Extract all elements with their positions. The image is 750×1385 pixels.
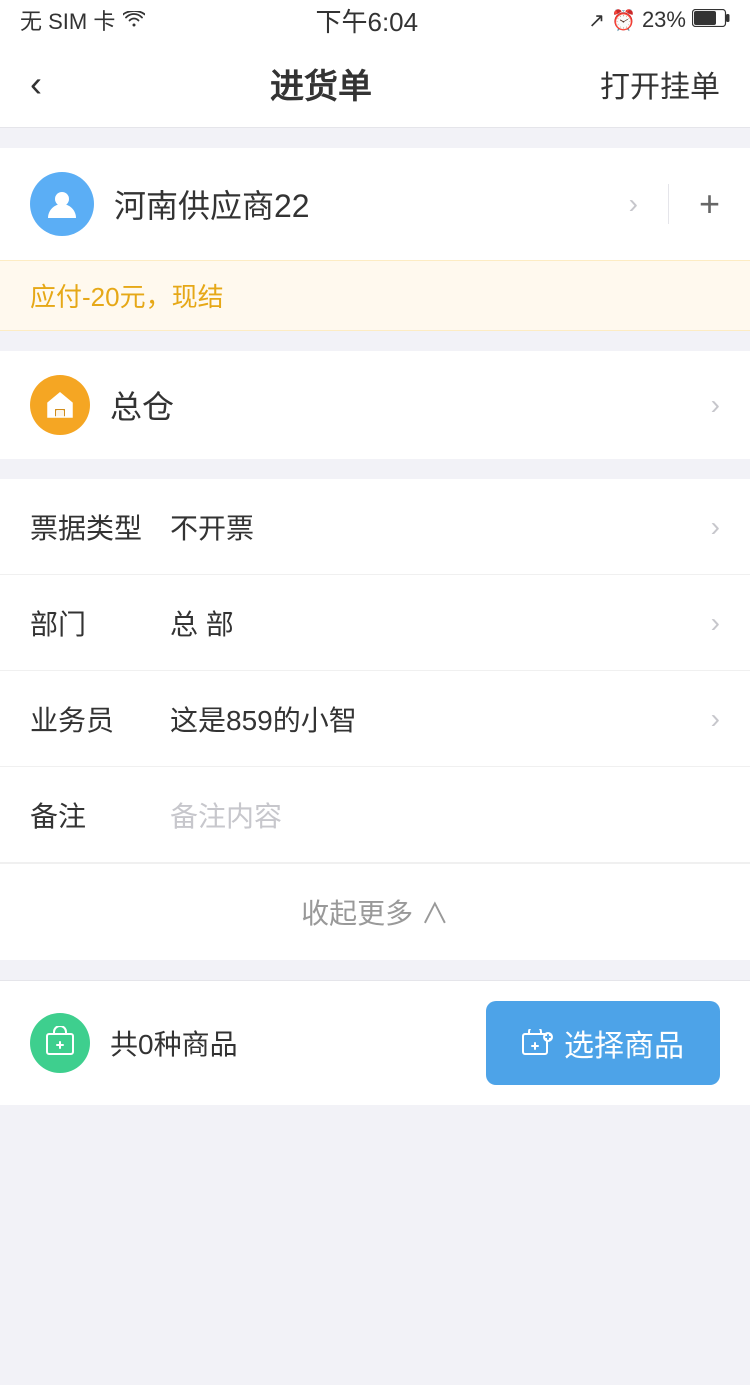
collapse-button[interactable]: 收起更多 ∧ xyxy=(0,863,750,960)
invoice-type-row[interactable]: 票据类型 不开票 › xyxy=(0,479,750,575)
battery-icon xyxy=(692,7,730,33)
remark-value: 备注内容 xyxy=(150,795,720,835)
supplier-card: 河南供应商22 › + 应付-20元，现结 xyxy=(0,148,750,331)
department-chevron-icon: › xyxy=(711,607,720,639)
warehouse-icon xyxy=(30,375,90,435)
warehouse-chevron-icon: › xyxy=(711,389,720,421)
invoice-type-value: 不开票 xyxy=(150,507,701,547)
supplier-avatar xyxy=(30,172,94,236)
form-card: 票据类型 不开票 › 部门 总 部 › 业务员 这是859的小智 › 备注 备注… xyxy=(0,479,750,960)
status-right: ↗ ⏰ 23% xyxy=(588,7,730,33)
product-icon xyxy=(30,1013,90,1073)
salesperson-value: 这是859的小智 xyxy=(150,699,701,739)
page-background xyxy=(0,1105,750,1385)
notice-bar: 应付-20元，现结 xyxy=(0,260,750,331)
section-gap-3 xyxy=(0,459,750,479)
warehouse-name: 总仓 xyxy=(110,382,711,428)
salesperson-chevron-icon: › xyxy=(711,703,720,735)
select-goods-label: 选择商品 xyxy=(564,1021,684,1065)
warehouse-card: 总仓 › xyxy=(0,351,750,459)
alarm-icon: ⏰ xyxy=(611,8,636,33)
notice-text: 应付-20元，现结 xyxy=(30,282,224,312)
section-gap-4 xyxy=(0,960,750,980)
supplier-chevron-icon: › xyxy=(629,188,638,220)
department-value: 总 部 xyxy=(150,603,701,643)
section-gap-1 xyxy=(0,128,750,148)
remark-label: 备注 xyxy=(30,795,150,835)
nav-bar: ‹ 进货单 打开挂单 xyxy=(0,40,750,128)
add-supplier-button[interactable]: + xyxy=(699,183,720,225)
department-label: 部门 xyxy=(30,603,150,643)
invoice-type-label: 票据类型 xyxy=(30,507,150,547)
department-row[interactable]: 部门 总 部 › xyxy=(0,575,750,671)
select-goods-button[interactable]: 选择商品 xyxy=(486,1001,720,1085)
section-gap-2 xyxy=(0,331,750,351)
status-time: 下午6:04 xyxy=(316,2,419,39)
invoice-type-chevron-icon: › xyxy=(711,511,720,543)
product-count-label: 共0种商品 xyxy=(110,1023,486,1063)
status-bar: 无 SIM 卡 下午6:04 ↗ ⏰ 23% xyxy=(0,0,750,40)
location-icon: ↗ xyxy=(588,8,605,33)
remark-row[interactable]: 备注 备注内容 xyxy=(0,767,750,863)
warehouse-row[interactable]: 总仓 › xyxy=(0,351,750,459)
supplier-row[interactable]: 河南供应商22 › + xyxy=(0,148,750,260)
supplier-name: 河南供应商22 xyxy=(114,181,629,227)
carrier-label: 无 SIM 卡 xyxy=(20,4,115,36)
back-button[interactable]: ‹ xyxy=(30,63,42,105)
bottom-bar: 共0种商品 选择商品 xyxy=(0,980,750,1105)
salesperson-row[interactable]: 业务员 这是859的小智 › xyxy=(0,671,750,767)
salesperson-label: 业务员 xyxy=(30,699,150,739)
wifi-icon xyxy=(123,7,145,33)
open-pending-button[interactable]: 打开挂单 xyxy=(600,62,720,106)
battery-label: 23% xyxy=(642,7,686,33)
page-title: 进货单 xyxy=(270,59,372,108)
supplier-divider xyxy=(668,184,669,224)
status-left: 无 SIM 卡 xyxy=(20,4,145,36)
